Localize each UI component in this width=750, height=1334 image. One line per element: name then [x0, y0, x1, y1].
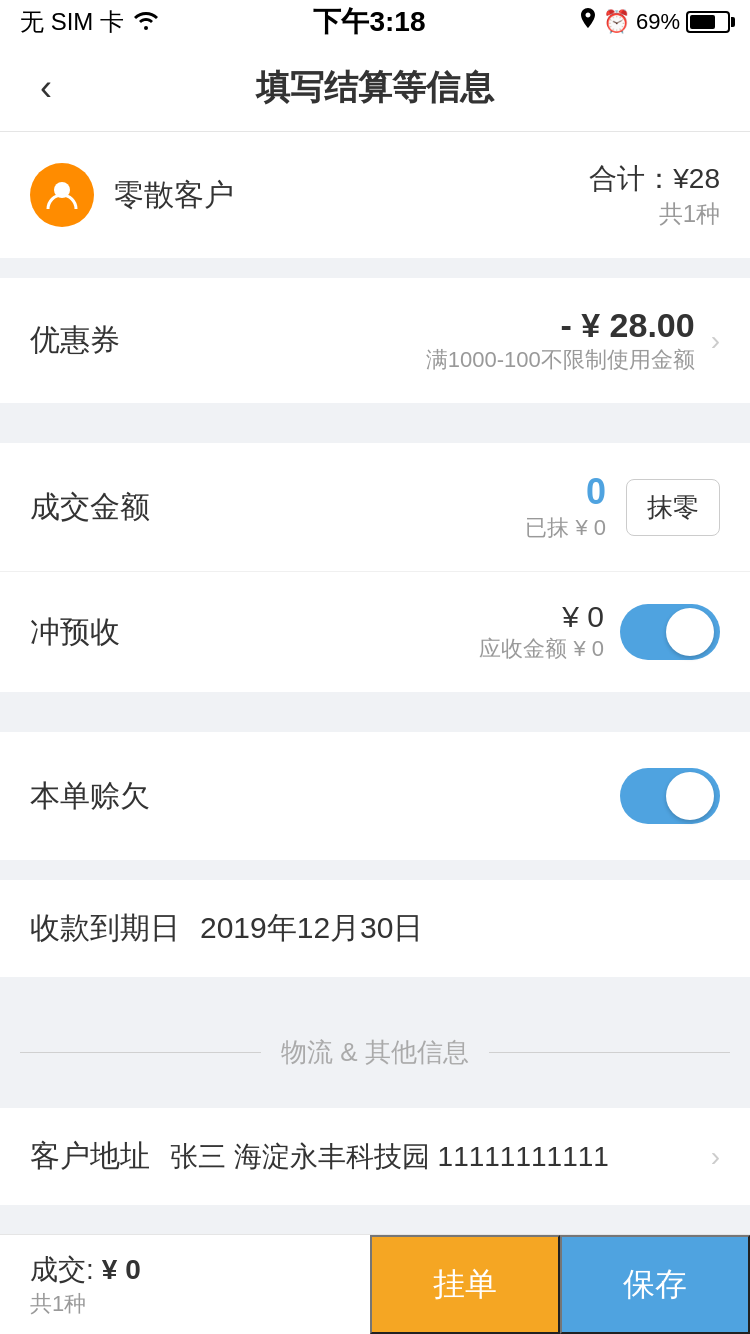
- hang-button[interactable]: 挂单: [370, 1235, 560, 1334]
- address-section[interactable]: 客户地址 张三 海淀永丰科技园 11111111111 ›: [0, 1108, 750, 1205]
- coupon-row[interactable]: 优惠券 - ¥ 28.00 满1000-100不限制使用金额 ›: [0, 278, 750, 403]
- logistics-line-right: [489, 1052, 730, 1053]
- bottom-deal-row: 成交: ¥ 0: [30, 1251, 340, 1289]
- logistics-divider: 物流 & 其他信息: [0, 1017, 750, 1088]
- deal-amount-sub: 已抹 ¥ 0: [525, 513, 606, 543]
- wifi-icon: [132, 8, 160, 36]
- prepay-label: 冲预收: [30, 612, 120, 653]
- status-right: ⏰ 69%: [579, 8, 730, 36]
- location-icon: [579, 8, 597, 36]
- avatar: [30, 163, 94, 227]
- bottom-bar: 成交: ¥ 0 共1种 挂单 保存: [0, 1234, 750, 1334]
- status-time: 下午3:18: [313, 3, 425, 41]
- amount-section: 成交金额 0 已抹 ¥ 0 抹零 冲预收 ¥ 0 应收金额 ¥ 0: [0, 443, 750, 692]
- prepay-toggle[interactable]: [620, 604, 720, 660]
- prepay-sub-value: 应收金额 ¥ 0: [479, 634, 604, 664]
- duedate-row: 收款到期日 2019年12月30日: [30, 908, 720, 949]
- coupon-value: - ¥ 28.00 满1000-100不限制使用金额: [426, 306, 695, 375]
- coupon-label: 优惠券: [30, 320, 120, 361]
- logistics-text: 物流 & 其他信息: [281, 1035, 469, 1070]
- deal-amount-value-wrap: 0 已抹 ¥ 0: [525, 471, 606, 543]
- battery-icon: [686, 11, 730, 33]
- save-button[interactable]: 保存: [560, 1235, 750, 1334]
- item-count: 共1种: [589, 198, 720, 230]
- battery-percent: 69%: [636, 9, 680, 35]
- bottom-deal-amount: ¥ 0: [102, 1254, 141, 1286]
- coupon-chevron-icon: ›: [711, 325, 720, 357]
- arrears-toggle[interactable]: [620, 768, 720, 824]
- prepay-main-value: ¥ 0: [479, 600, 604, 634]
- status-left: 无 SIM 卡: [20, 6, 160, 38]
- back-button[interactable]: ‹: [30, 57, 62, 119]
- deal-amount-right: 0 已抹 ¥ 0 抹零: [525, 471, 720, 543]
- coupon-desc: 满1000-100不限制使用金额: [426, 345, 695, 375]
- logistics-line-left: [20, 1052, 261, 1053]
- duedate-value: 2019年12月30日: [200, 908, 423, 949]
- round-button[interactable]: 抹零: [626, 479, 720, 536]
- arrears-label: 本单赊欠: [30, 776, 150, 817]
- deal-amount-row: 成交金额 0 已抹 ¥ 0 抹零: [0, 443, 750, 572]
- bottom-deal-label: 成交:: [30, 1251, 94, 1289]
- total-amount: 合计：¥28: [589, 160, 720, 198]
- divider-2: [0, 712, 750, 732]
- prepay-row: 冲预收 ¥ 0 应收金额 ¥ 0: [0, 572, 750, 692]
- divider-1: [0, 423, 750, 443]
- page-title: 填写结算等信息: [256, 65, 494, 111]
- address-value: 张三 海淀永丰科技园 11111111111: [170, 1138, 711, 1176]
- bottom-count: 共1种: [30, 1289, 340, 1319]
- prepay-values: ¥ 0 应收金额 ¥ 0: [479, 600, 604, 664]
- customer-name: 零散客户: [114, 175, 234, 216]
- bottom-left: 成交: ¥ 0 共1种: [0, 1251, 370, 1319]
- customer-left: 零散客户: [30, 163, 234, 227]
- prepay-toggle-wrap: [620, 604, 720, 660]
- status-bar: 无 SIM 卡 下午3:18 ⏰ 69%: [0, 0, 750, 44]
- coupon-amount: - ¥ 28.00: [426, 306, 695, 345]
- deal-amount-value: 0: [525, 471, 606, 513]
- arrears-section: 本单赊欠: [0, 732, 750, 860]
- content: 零散客户 合计：¥28 共1种 优惠券 - ¥ 28.00 满1000-100不…: [0, 132, 750, 1334]
- alarm-icon: ⏰: [603, 9, 630, 35]
- deal-amount-label: 成交金额: [30, 487, 150, 528]
- coupon-section: 优惠券 - ¥ 28.00 满1000-100不限制使用金额 ›: [0, 278, 750, 403]
- address-label: 客户地址: [30, 1136, 150, 1177]
- no-sim-text: 无 SIM 卡: [20, 6, 124, 38]
- duedate-section: 收款到期日 2019年12月30日: [0, 880, 750, 977]
- nav-bar: ‹ 填写结算等信息: [0, 44, 750, 132]
- coupon-right: - ¥ 28.00 满1000-100不限制使用金额 ›: [426, 306, 720, 375]
- customer-section: 零散客户 合计：¥28 共1种: [0, 132, 750, 258]
- duedate-label: 收款到期日: [30, 908, 180, 949]
- address-chevron-icon: ›: [711, 1141, 720, 1173]
- divider-3: [0, 997, 750, 1017]
- prepay-right: ¥ 0 应收金额 ¥ 0: [479, 600, 720, 664]
- customer-right: 合计：¥28 共1种: [589, 160, 720, 230]
- arrears-toggle-wrap: [620, 768, 720, 824]
